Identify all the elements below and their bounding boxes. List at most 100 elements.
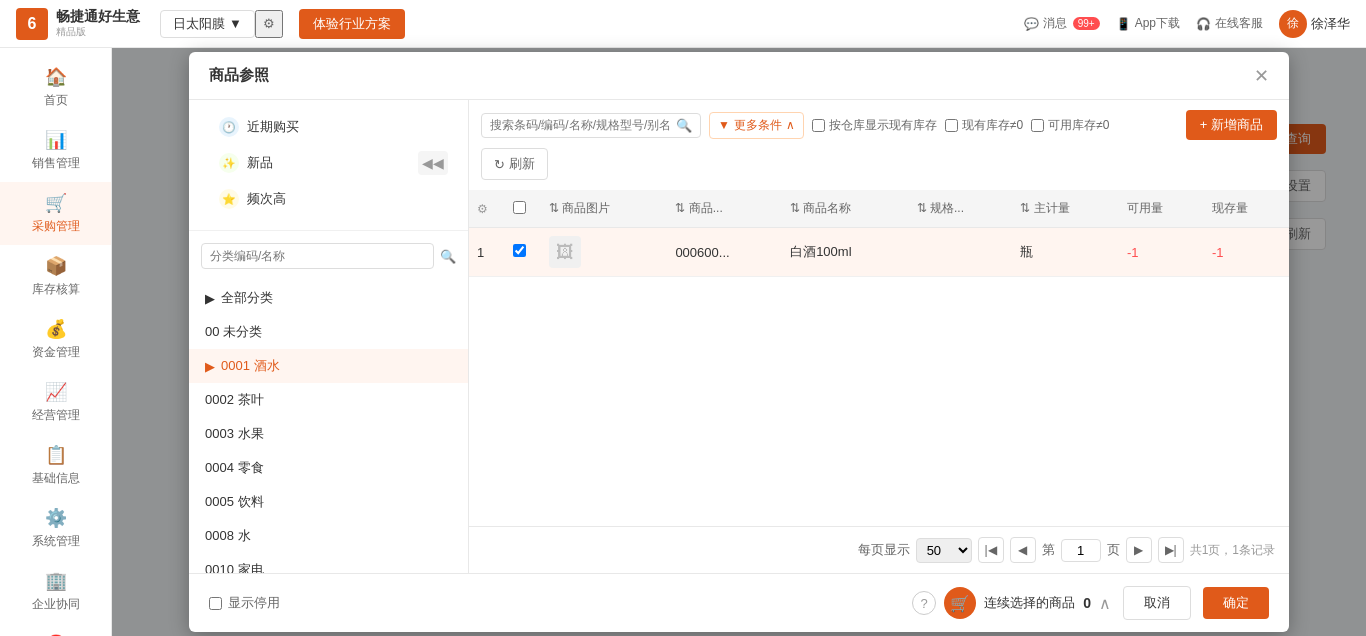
exp-button[interactable]: 体验行业方案 — [299, 9, 405, 39]
prev-page-button[interactable]: ◀ — [1010, 537, 1036, 563]
top-nav: 6 畅捷通好生意 精品版 日太阳膜 ▼ ⚙ 体验行业方案 💬 消息 99+ 📱 … — [0, 0, 1366, 48]
cart-icon[interactable]: 🛒 — [944, 587, 976, 619]
category-label: 全部分类 — [221, 289, 273, 307]
category-c0010[interactable]: 0010 家电 — [189, 553, 468, 573]
search-box: 🔍 — [481, 113, 701, 138]
table-settings-icon[interactable]: ⚙ — [477, 202, 488, 216]
user-area[interactable]: 徐 徐泽华 — [1279, 10, 1350, 38]
category-c0001[interactable]: ▶ 0001 酒水 — [189, 349, 468, 383]
category-c0008[interactable]: 0008 水 — [189, 519, 468, 553]
row-name: 白酒100ml — [782, 228, 909, 277]
cart-count: 0 — [1083, 595, 1091, 611]
sort-icon: ⇅ — [675, 201, 685, 215]
table-row[interactable]: 1 🖼 — [469, 228, 1289, 277]
stock-nonzero-checkbox[interactable] — [945, 119, 958, 132]
stock-col-header: 现存量 — [1204, 190, 1289, 228]
recent-tab[interactable]: 🕐 近期购买 — [209, 110, 394, 144]
sidebar-item-finance[interactable]: 💰 资金管理 — [0, 308, 111, 371]
warehouse-checkbox[interactable] — [812, 119, 825, 132]
checkbox-col-header — [505, 190, 541, 228]
enterprise-icon: 🏢 — [45, 570, 67, 592]
refresh-button[interactable]: ↻ 刷新 — [481, 148, 548, 180]
select-all-checkbox[interactable] — [513, 201, 526, 214]
sidebar-item-inventory[interactable]: 📦 库存核算 — [0, 245, 111, 308]
cancel-button[interactable]: 取消 — [1123, 586, 1191, 620]
checkbox-available-nonzero[interactable]: 可用库存≠0 — [1031, 117, 1109, 134]
category-label: 0010 家电 — [205, 561, 264, 573]
modal-header: 商品参照 ✕ — [189, 52, 1289, 100]
category-c00[interactable]: 00 未分类 — [189, 315, 468, 349]
category-list: ▶ 全部分类 00 未分类 ▶ 0001 酒水 0002 茶 — [189, 277, 468, 573]
sidebar-item-purchase[interactable]: 🛒 采购管理 — [0, 182, 111, 245]
category-c0003[interactable]: 0003 水果 — [189, 417, 468, 451]
category-all[interactable]: ▶ 全部分类 — [189, 281, 468, 315]
row-image: 🖼 — [541, 228, 667, 277]
image-col-header: ⇅ 商品图片 — [541, 190, 667, 228]
operation-icon: 📈 — [45, 381, 67, 403]
sidebar-item-system[interactable]: ⚙️ 系统管理 — [0, 497, 111, 560]
show-disabled-checkbox[interactable] — [209, 597, 222, 610]
modal-footer: 显示停用 ? 🛒 连续选择的商品 0 ∧ 取消 确定 — [189, 573, 1289, 632]
collapse-cart-button[interactable]: ∧ — [1099, 594, 1111, 613]
main-layout: 🏠 首页 📊 销售管理 🛒 采购管理 📦 库存核算 💰 资金管理 📈 经营管理 … — [0, 48, 1366, 636]
sort-icon: ⇅ — [917, 201, 927, 215]
username: 徐泽华 — [1311, 15, 1350, 33]
refresh-icon: ↻ — [494, 157, 505, 172]
sidebar-label: 库存核算 — [32, 281, 80, 298]
logo-icon: 6 — [16, 8, 48, 40]
category-c0004[interactable]: 0004 零食 — [189, 451, 468, 485]
sidebar-item-sales[interactable]: 📊 销售管理 — [0, 119, 111, 182]
row-select-checkbox[interactable] — [513, 244, 526, 257]
sidebar-item-basic[interactable]: 📋 基础信息 — [0, 434, 111, 497]
recent-label: 近期购买 — [247, 118, 299, 136]
home-icon: 🏠 — [45, 66, 67, 88]
product-search-input[interactable] — [490, 118, 670, 132]
online-service-item[interactable]: 🎧 在线客服 — [1196, 15, 1263, 32]
checkbox-warehouse[interactable]: 按仓库显示现有库存 — [812, 117, 937, 134]
confirm-button[interactable]: 确定 — [1203, 587, 1269, 619]
freq-tab[interactable]: ⭐ 频次高 — [209, 182, 394, 216]
sales-icon: 📊 — [45, 129, 67, 151]
show-disabled-label[interactable]: 显示停用 — [209, 594, 280, 612]
divider — [189, 230, 468, 231]
available-nonzero-checkbox[interactable] — [1031, 119, 1044, 132]
settings-button[interactable]: ⚙ — [255, 10, 283, 38]
message-icon-item[interactable]: 💬 消息 99+ — [1024, 15, 1100, 32]
logo-area: 6 畅捷通好生意 精品版 — [16, 8, 140, 40]
filter-button[interactable]: ▼ 更多条件 ∧ — [709, 112, 804, 139]
table-container: ⚙ ⇅ 商品图片 — [469, 190, 1289, 526]
category-c0002[interactable]: 0002 茶叶 — [189, 383, 468, 417]
checkbox-stock-nonzero[interactable]: 现有库存≠0 — [945, 117, 1023, 134]
per-page-select[interactable]: 50 100 — [916, 538, 972, 563]
new-tab[interactable]: ✨ 新品 — [209, 146, 394, 180]
help-icon[interactable]: ? — [912, 591, 936, 615]
page-number-input[interactable] — [1061, 539, 1101, 562]
finance-icon: 💰 — [45, 318, 67, 340]
freq-label: 频次高 — [247, 190, 286, 208]
category-search: 🔍 — [189, 235, 468, 277]
first-page-button[interactable]: |◀ — [978, 537, 1004, 563]
store-selector[interactable]: 日太阳膜 ▼ — [160, 10, 255, 38]
category-c0005[interactable]: 0005 饮料 — [189, 485, 468, 519]
sidebar-label: 首页 — [44, 92, 68, 109]
sidebar-item-operation[interactable]: 📈 经营管理 — [0, 371, 111, 434]
code-col-header: ⇅ 商品... — [667, 190, 782, 228]
new-label: 新品 — [247, 154, 273, 172]
app-download-item[interactable]: 📱 App下载 — [1116, 15, 1180, 32]
sidebar-item-guide[interactable]: 🎯 新手引导 — [0, 623, 111, 636]
last-page-button[interactable]: ▶| — [1158, 537, 1184, 563]
add-product-button[interactable]: + 新增商品 — [1186, 110, 1277, 140]
search-icon[interactable]: 🔍 — [676, 118, 692, 133]
modal-close-button[interactable]: ✕ — [1254, 67, 1269, 85]
row-checkbox — [505, 228, 541, 277]
sidebar-item-enterprise[interactable]: 🏢 企业协同 — [0, 560, 111, 623]
category-search-icon[interactable]: 🔍 — [440, 249, 456, 264]
message-badge: 99+ — [1073, 17, 1100, 30]
row-stock: -1 — [1204, 228, 1289, 277]
recent-icon: 🕐 — [219, 117, 239, 137]
inventory-icon: 📦 — [45, 255, 67, 277]
category-search-input[interactable] — [201, 243, 434, 269]
sidebar-item-home[interactable]: 🏠 首页 — [0, 56, 111, 119]
collapse-panel-button[interactable]: ◀◀ — [418, 151, 448, 175]
next-page-button[interactable]: ▶ — [1126, 537, 1152, 563]
